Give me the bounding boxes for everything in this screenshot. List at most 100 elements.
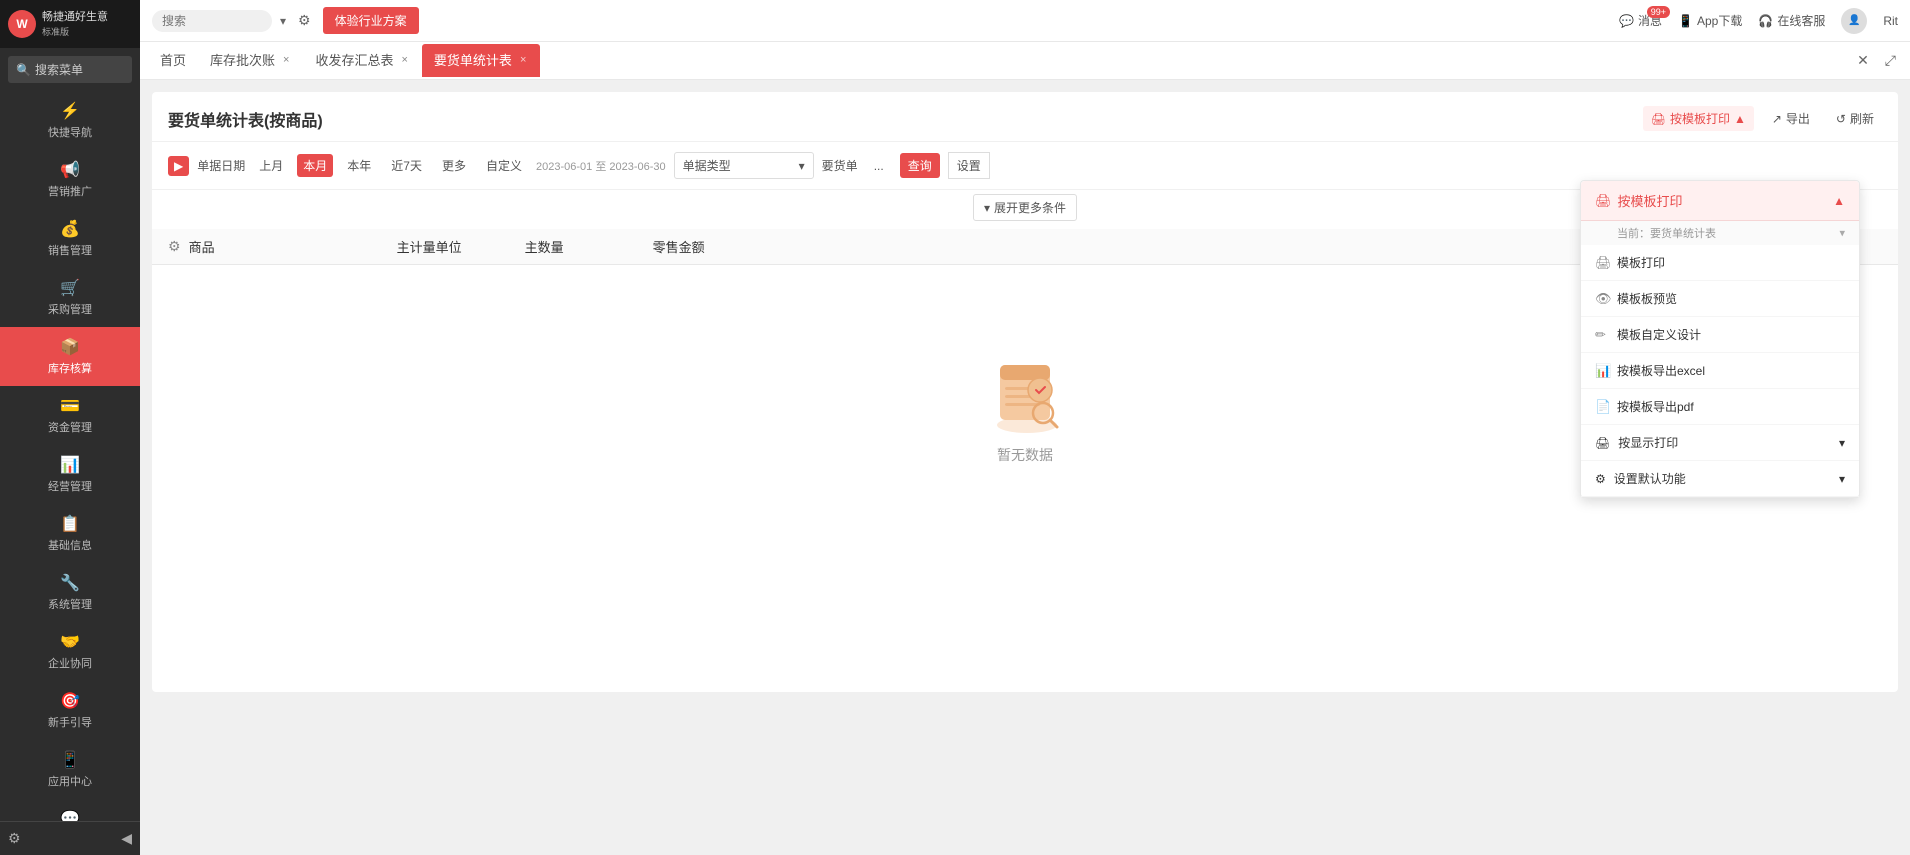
window-close-button[interactable]: ✕ — [1851, 50, 1875, 71]
tab-bar: 首页 库存批次账 × 收发存汇总表 × 要货单统计表 × ✕ ⤢ — [140, 42, 1910, 80]
dropdown-collapse-button[interactable]: ▲ — [1833, 194, 1845, 208]
sidebar-item-label: 应用中心 — [48, 773, 92, 789]
sidebar-item-sales[interactable]: 💰 销售管理 — [0, 209, 140, 268]
tab-inventory-batch[interactable]: 库存批次账 × — [198, 44, 303, 77]
template-custom-icon: ✏ — [1595, 327, 1606, 343]
username-item[interactable]: Rit — [1883, 14, 1898, 28]
page-title-bar: 要货单统计表(按商品) 🖨 按模板打印 ▲ ↗ 导出 ↺ 刷新 — [152, 92, 1898, 142]
enterprise-wechat-icon: 💬 — [60, 809, 80, 821]
date-btn-more[interactable]: 更多 — [436, 154, 472, 177]
sidebar-item-operation[interactable]: 📊 经营管理 — [0, 445, 140, 504]
sidebar-item-guide[interactable]: 🎯 新手引导 — [0, 681, 140, 740]
col-header-amount: 零售金额 — [653, 237, 773, 256]
user-avatar[interactable]: 👤 — [1841, 8, 1867, 34]
guide-icon: 🎯 — [60, 691, 80, 711]
sidebar-item-app-center[interactable]: 📱 应用中心 — [0, 740, 140, 799]
header-settings-button[interactable]: ⚙ — [294, 8, 315, 33]
goods-filter-label: 要货单 — [822, 157, 858, 174]
marketing-icon: 📢 — [60, 160, 80, 180]
refresh-button[interactable]: ↺ 刷新 — [1828, 106, 1882, 131]
date-btn-last-month[interactable]: 上月 — [253, 154, 289, 177]
print-template-arrow-up: ▲ — [1734, 112, 1746, 126]
tab-collection-summary-close[interactable]: × — [399, 54, 409, 66]
sidebar-item-enterprise[interactable]: 🤝 企业协同 — [0, 622, 140, 681]
type-filter-select[interactable]: 单据类型 ▾ — [674, 152, 814, 179]
sidebar-item-label: 采购管理 — [48, 301, 92, 317]
sidebar-item-marketing[interactable]: 📢 营销推广 — [0, 150, 140, 209]
online-service-item[interactable]: 🎧 在线客服 — [1758, 12, 1825, 29]
export-button[interactable]: ↗ 导出 — [1764, 106, 1818, 131]
sidebar-item-finance[interactable]: 💳 资金管理 — [0, 386, 140, 445]
dropdown-set-default[interactable]: ⚙ 设置默认功能 ▾ — [1581, 461, 1859, 497]
tab-inventory-batch-close[interactable]: × — [281, 54, 291, 66]
sidebar-footer: ⚙ ◀ — [0, 821, 140, 855]
sidebar-collapse-button[interactable]: ◀ — [121, 830, 132, 847]
app-center-icon: 📱 — [60, 750, 80, 770]
sidebar-search-area[interactable]: 🔍 搜索菜单 — [0, 48, 140, 91]
template-preview-label: 模板板预览 — [1617, 290, 1677, 307]
app-download-item[interactable]: 📱 App下载 — [1678, 12, 1742, 29]
tab-order-stats-close[interactable]: × — [518, 54, 528, 66]
type-filter-arrow: ▾ — [799, 159, 805, 173]
dropdown-item-export-excel[interactable]: 📊 按模板导出excel — [1581, 353, 1859, 389]
date-btn-custom[interactable]: 自定义 — [480, 154, 528, 177]
search-menu-button[interactable]: 🔍 搜索菜单 — [8, 56, 132, 83]
dropdown-item-template-custom[interactable]: ✏ 模板自定义设计 — [1581, 317, 1859, 353]
display-print-label: 按显示打印 — [1618, 434, 1678, 451]
tab-collection-summary[interactable]: 收发存汇总表 × — [303, 44, 421, 77]
table-column-settings-button[interactable]: ⚙ — [168, 238, 181, 255]
col-header-goods: 商品 — [189, 237, 389, 256]
template-custom-label: 模板自定义设计 — [1617, 326, 1701, 343]
app-name: 畅捷通好生意 — [42, 10, 108, 24]
settings-button[interactable]: 设置 — [948, 152, 990, 179]
online-service-icon: 🎧 — [1758, 14, 1773, 28]
more-options-button[interactable]: ... — [866, 155, 892, 177]
template-print-label: 模板打印 — [1617, 254, 1665, 271]
dropdown-item-template-print[interactable]: 🖨 模板打印 — [1581, 245, 1859, 281]
sidebar-item-label: 企业协同 — [48, 655, 92, 671]
expand-label: 展开更多条件 — [994, 199, 1066, 216]
sidebar-item-label: 经营管理 — [48, 478, 92, 494]
header-search-input[interactable] — [152, 10, 272, 32]
tab-home[interactable]: 首页 — [148, 44, 198, 77]
online-service-label: 在线客服 — [1777, 12, 1825, 29]
set-default-icon: ⚙ — [1595, 472, 1606, 486]
expand-conditions-button[interactable]: ▾ 展开更多条件 — [973, 194, 1077, 221]
notification-badge: 99+ — [1647, 6, 1670, 18]
more-options-label: ... — [874, 159, 884, 173]
trial-button[interactable]: 体验行业方案 — [323, 7, 419, 34]
date-btn-current-month[interactable]: 本月 — [297, 154, 333, 177]
page-title: 要货单统计表(按商品) — [168, 107, 323, 131]
app-download-label: App下载 — [1697, 12, 1742, 29]
filter-toggle-button[interactable]: ▶ — [168, 156, 189, 176]
current-template-arrow: ▾ — [1839, 227, 1845, 240]
sidebar-settings-button[interactable]: ⚙ — [8, 830, 21, 847]
current-template-label: 当前：要货单统计表 — [1617, 228, 1716, 240]
notification-item[interactable]: 💬 消息 99+ — [1619, 12, 1662, 29]
dropdown-title: 按模板打印 — [1618, 191, 1683, 210]
dropdown-item-export-pdf[interactable]: 📄 按模板导出pdf — [1581, 389, 1859, 425]
sidebar-item-enterprise-wechat[interactable]: 💬 企业微信 — [0, 799, 140, 821]
dropdown-display-print[interactable]: 🖨 按显示打印 ▾ — [1581, 425, 1859, 461]
dropdown-item-template-preview[interactable]: 👁 模板板预览 — [1581, 281, 1859, 317]
sidebar-item-system[interactable]: 🔧 系统管理 — [0, 563, 140, 622]
query-button[interactable]: 查询 — [900, 153, 940, 178]
tab-order-stats[interactable]: 要货单统计表 × — [422, 44, 540, 77]
sidebar-item-inventory[interactable]: 📦 库存核算 — [0, 327, 140, 386]
sidebar-item-label: 营销推广 — [48, 183, 92, 199]
date-range-display: 2023-06-01 至 2023-06-30 — [536, 158, 666, 174]
date-btn-last-7-days[interactable]: 近7天 — [385, 154, 428, 177]
sidebar-item-label: 基础信息 — [48, 537, 92, 553]
user-avatar-img: 👤 — [1841, 8, 1867, 34]
window-maximize-button[interactable]: ⤢ — [1879, 50, 1902, 71]
sidebar-item-quick-nav[interactable]: ⚡ 快捷导航 — [0, 91, 140, 150]
sidebar-item-basic[interactable]: 📋 基础信息 — [0, 504, 140, 563]
print-template-icon: 🖨 — [1651, 112, 1666, 126]
sidebar-item-purchase[interactable]: 🛒 采购管理 — [0, 268, 140, 327]
date-btn-current-year[interactable]: 本年 — [341, 154, 377, 177]
purchase-icon: 🛒 — [60, 278, 80, 298]
settings-label: 设置 — [957, 157, 981, 174]
print-template-button[interactable]: 🖨 按模板打印 ▲ — [1643, 106, 1754, 131]
set-default-arrow: ▾ — [1839, 472, 1845, 486]
header-dropdown-button[interactable]: ▾ — [280, 14, 286, 28]
